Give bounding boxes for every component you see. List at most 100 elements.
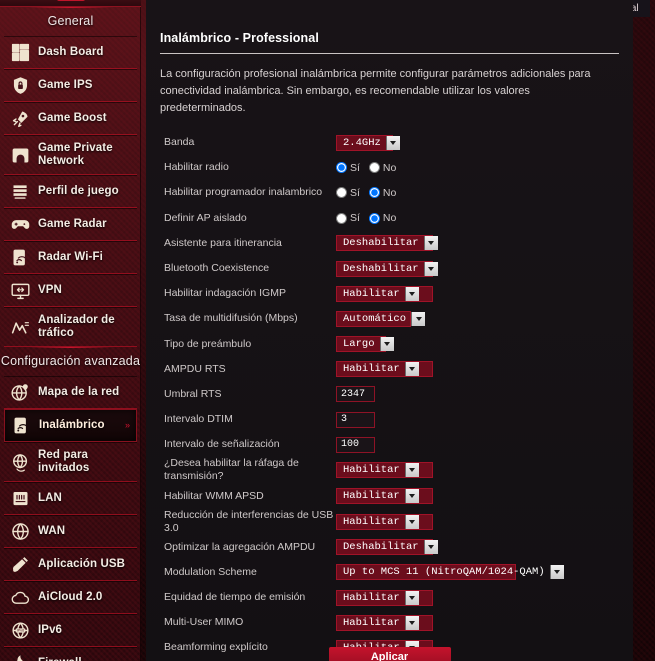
radio-no[interactable] [368, 187, 380, 199]
firewall-flame-icon [10, 653, 31, 661]
setting-label: Asistente para itinerancia [164, 236, 282, 249]
sidebar-item-ipv6[interactable]: IPv6 IPv6 [4, 614, 137, 647]
radio-group-definir-ap-aislado: Sí No [336, 212, 396, 224]
chevron-down-icon[interactable] [404, 286, 419, 301]
chevron-down-icon[interactable] [379, 337, 394, 352]
select-tasa-de-multidifusi-n-mbps[interactable]: Automático [336, 310, 426, 327]
sidebar-item-dash-board[interactable]: Dash Board [4, 36, 137, 69]
sidebar-item-aicloud-2-0[interactable]: AiCloud 2.0 [4, 581, 137, 614]
radio-yes[interactable] [336, 162, 347, 174]
sidebar-item-lan[interactable]: LAN [4, 482, 137, 515]
select-value: Habilitar [343, 515, 400, 528]
chevron-down-icon[interactable] [404, 489, 419, 504]
setting-label: Equidad de tiempo de emisión [164, 591, 306, 604]
dashboard-icon [10, 42, 31, 63]
settings-row: Umbral RTS [160, 382, 619, 407]
sidebar-item-wan[interactable]: WAN [4, 515, 137, 548]
chevron-down-icon[interactable] [549, 565, 564, 580]
setting-control: Sí No [336, 162, 619, 174]
select-multi-user-mimo[interactable]: Habilitar [336, 614, 433, 631]
sidebar-item-inal-mbrico[interactable]: Inalámbrico » [4, 409, 137, 442]
sidebar-item-label: Game Radar [38, 218, 107, 230]
chevron-down-icon[interactable] [404, 362, 419, 377]
settings-row: Habilitar radio Sí No [160, 155, 619, 180]
setting-control: Deshabilitar [336, 539, 619, 556]
apply-button[interactable]: Aplicar [328, 647, 451, 661]
select-desea-habilitar-la-r-faga-de-transmisi-n[interactable]: Habilitar [336, 462, 433, 479]
radio-yes[interactable] [336, 212, 347, 224]
select-ampdu-rts[interactable]: Habilitar [336, 361, 433, 378]
sidebar-section-header: Configuración avanzada [0, 347, 141, 376]
gamepad-icon [10, 214, 31, 235]
chevron-down-icon[interactable] [404, 514, 419, 529]
select-asistente-para-itinerancia[interactable]: Deshabilitar [336, 235, 438, 252]
setting-control: Sí No [336, 212, 619, 224]
sidebar-item-mapa-de-la-red[interactable]: Mapa de la red [4, 376, 137, 409]
ipv6-globe-icon: IPv6 [10, 620, 31, 641]
select-value: 2.4GHz [343, 136, 381, 149]
chevron-down-icon[interactable] [404, 590, 419, 605]
sidebar-item-red-para-invitados[interactable]: Red para invitados [4, 442, 137, 482]
sidebar-item-label: Mapa de la red [38, 386, 120, 398]
sidebar-item-label: Firewall [38, 657, 82, 661]
radio-label: Sí [350, 212, 360, 225]
select-value: Habilitar [343, 464, 400, 477]
chevron-down-icon[interactable] [385, 135, 400, 150]
input-intervalo-dtim[interactable] [336, 411, 375, 428]
settings-row: Habilitar programador inalambrico Sí No [160, 180, 619, 205]
sidebar-item-game-boost[interactable]: Game Boost [4, 102, 137, 135]
radio-no[interactable] [368, 212, 380, 224]
radio-no[interactable] [368, 162, 380, 174]
sidebar-item-label: WAN [38, 525, 66, 537]
setting-control: 2.4GHz [336, 134, 619, 151]
settings-row: Intervalo DTIM [160, 407, 619, 432]
select-value: Habilitar [343, 591, 400, 604]
chevron-down-icon[interactable] [423, 261, 438, 276]
sidebar-item-game-private-network[interactable]: Game Private Network [4, 135, 137, 175]
sidebar-item-analizador-de-tr-fico[interactable]: Analizador de tráfico [4, 307, 137, 347]
radio-option-no-definir-ap-aislado[interactable]: No [368, 212, 396, 224]
sidebar-item-perfil-de-juego[interactable]: Perfil de juego [4, 175, 137, 208]
radio-option-yes-habilitar-programador-inalambrico[interactable]: Sí [336, 187, 360, 199]
select-reducci-n-de-interferencias-de-usb-3-0[interactable]: Habilitar [336, 513, 433, 530]
page-title: Inalámbrico - Professional [160, 31, 319, 45]
setting-label: Tipo de preámbulo [164, 337, 252, 350]
radio-option-no-habilitar-radio[interactable]: No [368, 162, 396, 174]
sidebar-item-game-radar[interactable]: Game Radar [4, 208, 137, 241]
chevron-down-icon[interactable] [423, 236, 438, 251]
input-intervalo-de-se-alizaci-n[interactable] [336, 436, 375, 453]
sidebar-item-radar-wi-fi[interactable]: Radar Wi-Fi [4, 241, 137, 274]
setting-label: Modulation Scheme [164, 565, 257, 578]
sidebar-item-firewall[interactable]: Firewall [4, 647, 137, 661]
sidebar-section-header: General [0, 7, 141, 36]
settings-row: Reducción de interferencias de USB 3.0 Ha… [160, 509, 619, 535]
radio-yes[interactable] [336, 187, 347, 199]
setting-label: Habilitar radio [164, 161, 229, 174]
sidebar-item-vpn[interactable]: VPN [4, 274, 137, 307]
chevron-down-icon[interactable] [404, 615, 419, 630]
setting-label: Umbral RTS [164, 387, 222, 400]
setting-label: Optimizar la agregación AMPDU [164, 540, 316, 553]
chevron-down-icon[interactable] [423, 540, 438, 555]
radio-option-yes-definir-ap-aislado[interactable]: Sí [336, 212, 360, 224]
select-value: Habilitar [343, 287, 400, 300]
sidebar-item-game-ips[interactable]: Game IPS [4, 69, 137, 102]
radio-option-no-habilitar-programador-inalambrico[interactable]: No [368, 187, 396, 199]
sidebar-item-label: Aplicación USB [38, 558, 126, 570]
chevron-down-icon[interactable] [411, 311, 426, 326]
select-habilitar-indagaci-n-igmp[interactable]: Habilitar [336, 285, 433, 302]
settings-row: Multi-User MIMO Habilitar [160, 610, 619, 635]
title-divider [160, 53, 619, 54]
select-equidad-de-tiempo-de-emisi-n[interactable]: Habilitar [336, 589, 433, 606]
radio-option-yes-habilitar-radio[interactable]: Sí [336, 162, 360, 174]
select-bluetooth-coexistence[interactable]: Deshabilitar [336, 260, 438, 277]
select-optimizar-la-agregaci-n-ampdu[interactable]: Deshabilitar [336, 539, 438, 556]
sidebar-item-label: Game Private Network [38, 142, 113, 167]
select-habilitar-wmm-apsd[interactable]: Habilitar [336, 488, 433, 505]
select-banda[interactable]: 2.4GHz [336, 134, 400, 151]
sidebar-item-aplicaci-n-usb[interactable]: Aplicación USB [4, 548, 137, 581]
input-umbral-rts[interactable] [336, 386, 375, 403]
select-tipo-de-pre-mbulo[interactable]: Largo [336, 336, 394, 353]
chevron-down-icon[interactable] [404, 463, 419, 478]
select-modulation-scheme[interactable]: Up to MCS 11 (NitroQAM/1024-QAM) [336, 564, 564, 581]
